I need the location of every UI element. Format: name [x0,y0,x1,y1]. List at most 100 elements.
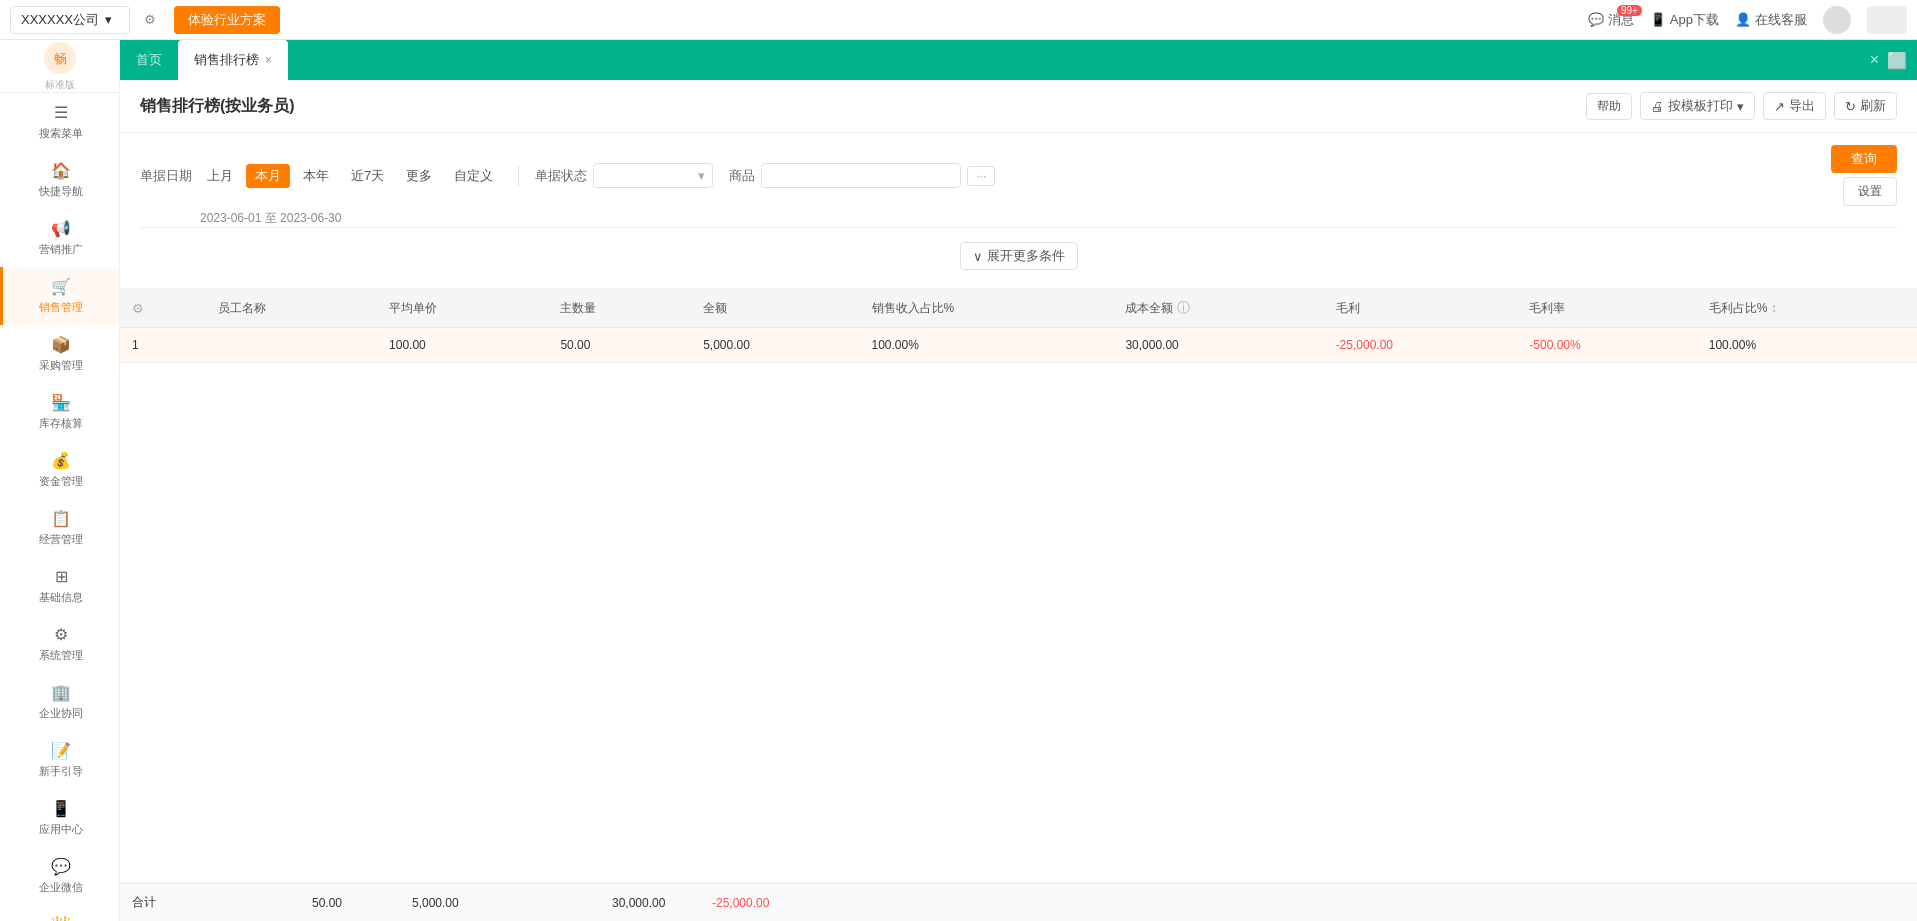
sidebar-logo: 畅 标准版 [0,40,119,93]
app-download-button[interactable]: 📱 App下载 [1650,11,1719,29]
member-icon: 👑 [51,915,71,921]
sidebar-item-quick-nav[interactable]: 🏠 快捷导航 [0,151,119,209]
footer-gross-profit: -25,000.00 [700,896,800,910]
sidebar-label-quick-nav: 快捷导航 [39,184,83,199]
profit-sort-icon[interactable]: ↕ [1771,300,1778,315]
cell-avg-price: 100.00 [377,328,548,363]
sidebar-item-guide[interactable]: 📝 新手引导 [0,731,119,789]
sidebar-item-purchase[interactable]: 📦 采购管理 [0,325,119,383]
footer-quantity: 50.00 [300,896,400,910]
goods-filter-label: 商品 [729,167,755,185]
tab-sales-ranking[interactable]: 销售排行榜 × [178,40,288,80]
print-chevron-icon: ▾ [1737,99,1744,114]
table-header: ⚙ 员工名称 平均单价 主数量 全额 销售收入占比% 成本全额 ⓘ 毛利 毛利率 [120,289,1917,328]
table-row: 1 100.00 50.00 5,000.00 100.00% 30,000.0… [120,328,1917,363]
print-label: 按模板打印 [1668,97,1733,115]
tab-home-label: 首页 [136,51,162,69]
svg-text:畅: 畅 [53,51,66,66]
sidebar-label-guide: 新手引导 [39,764,83,779]
marketing-icon: 📢 [51,219,71,238]
cell-employee [206,328,377,363]
sidebar: 畅 标准版 ☰ 搜索菜单 🏠 快捷导航 📢 营销推广 🛒 销售管理 📦 采购管理… [0,40,120,921]
goods-input[interactable] [761,163,961,188]
cell-gross-profit: -25,000.00 [1324,328,1518,363]
sidebar-item-sales[interactable]: 🛒 销售管理 [0,267,119,325]
table-wrapper: ⚙ 员工名称 平均单价 主数量 全额 销售收入占比% 成本全额 ⓘ 毛利 毛利率 [120,289,1917,883]
expand-chevron-icon: ∨ [973,249,983,264]
sidebar-item-wechat[interactable]: 💬 企业微信 [0,847,119,905]
sidebar-item-basic[interactable]: ⊞ 基础信息 [0,557,119,615]
status-filter-label: 单据状态 [535,167,587,185]
sidebar-label-system: 系统管理 [39,648,83,663]
gear-button[interactable]: ⚙ [136,6,164,34]
help-button[interactable]: 帮助 [1586,93,1632,120]
sidebar-item-search[interactable]: ☰ 搜索菜单 [0,93,119,151]
sidebar-label-enterprise: 企业协同 [39,706,83,721]
date-opt-more[interactable]: 更多 [397,164,441,188]
date-filter: 单据日期 上月 本月 本年 近7天 更多 自定义 [140,164,502,188]
cell-cost: 30,000.00 [1113,328,1323,363]
tab-minimize-icon[interactable]: × [1870,51,1879,69]
col-gross-profit: 毛利 [1324,289,1518,328]
cost-info-icon[interactable]: ⓘ [1177,300,1190,315]
sidebar-item-system[interactable]: ⚙ 系统管理 [0,615,119,673]
wechat-icon: 💬 [51,857,71,876]
export-label: 导出 [1789,97,1815,115]
date-options: 上月 本月 本年 近7天 更多 自定义 [198,164,502,188]
company-selector[interactable]: XXXXXX公司 ▾ [10,6,130,34]
goods-ellipsis-button[interactable]: ··· [967,166,995,186]
sidebar-item-finance[interactable]: 💰 资金管理 [0,441,119,499]
print-button[interactable]: 🖨 按模板打印 ▾ [1640,92,1755,120]
trial-button[interactable]: 体验行业方案 [174,6,280,34]
refresh-button[interactable]: ↻ 刷新 [1834,92,1897,120]
tab-home[interactable]: 首页 [120,40,178,80]
col-amount: 全额 [691,289,859,328]
sidebar-item-enterprise[interactable]: 🏢 企业协同 [0,673,119,731]
date-opt-7days[interactable]: 近7天 [342,164,393,188]
date-opt-this-month[interactable]: 本月 [246,164,290,188]
tab-maximize-icon[interactable]: ⬜ [1887,51,1907,70]
sidebar-label-operation: 经营管理 [39,532,83,547]
export-button[interactable]: ↗ 导出 [1763,92,1826,120]
sidebar-item-inventory[interactable]: 🏪 库存核算 [0,383,119,441]
date-opt-this-year[interactable]: 本年 [294,164,338,188]
cell-gross-margin: -500.00% [1517,328,1696,363]
column-settings-icon[interactable]: ⚙ [132,301,144,316]
query-button[interactable]: 查询 [1831,145,1897,173]
enterprise-icon: 🏢 [51,683,71,702]
company-chevron-icon: ▾ [105,12,112,27]
message-button[interactable]: 💬 消息 99+ [1588,11,1634,29]
refresh-label: 刷新 [1860,97,1886,115]
sidebar-item-apps[interactable]: 📱 应用中心 [0,789,119,847]
col-gross-margin: 毛利率 [1517,289,1696,328]
tab-close-icon[interactable]: × [265,53,272,67]
avatar[interactable] [1823,6,1851,34]
date-opt-last-month[interactable]: 上月 [198,164,242,188]
date-range-text: 2023-06-01 至 2023-06-30 [200,211,341,225]
online-service-button[interactable]: 👤 在线客服 [1735,11,1807,29]
top-bar: XXXXXX公司 ▾ ⚙ 体验行业方案 💬 消息 99+ 📱 App下载 👤 在… [0,0,1917,40]
col-sales-ratio: 销售收入占比% [860,289,1114,328]
filter-row-1: 单据日期 上月 本月 本年 近7天 更多 自定义 单据状态 [140,145,1897,206]
status-filter: 单据状态 ▾ [535,163,713,188]
page-content: 销售排行榜(按业务员) 帮助 🖨 按模板打印 ▾ ↗ 导出 ↻ 刷新 [120,80,1917,921]
sidebar-item-operation[interactable]: 📋 经营管理 [0,499,119,557]
cell-rank: 1 [120,328,206,363]
sidebar-item-marketing[interactable]: 📢 营销推广 [0,209,119,267]
setting-button[interactable]: 设置 [1843,177,1897,206]
tab-bar-right: × ⬜ [1870,51,1917,70]
sidebar-label-wechat: 企业微信 [39,880,83,895]
message-icon: 💬 [1588,12,1604,27]
sidebar-label-finance: 资金管理 [39,474,83,489]
sidebar-label-inventory: 库存核算 [39,416,83,431]
filter-area: 单据日期 上月 本月 本年 近7天 更多 自定义 单据状态 [120,133,1917,289]
status-select[interactable] [593,163,713,188]
sidebar-item-member[interactable]: 👑 畅会员 [0,905,119,921]
brand-edition-label: 标准版 [45,78,75,92]
expand-more-button[interactable]: ∨ 展开更多条件 [960,242,1078,270]
date-opt-custom[interactable]: 自定义 [445,164,502,188]
quick-nav-icon: 🏠 [51,161,71,180]
operation-icon: 📋 [51,509,71,528]
filter-expand-row: ∨ 展开更多条件 [140,227,1897,276]
export-icon: ↗ [1774,99,1785,114]
